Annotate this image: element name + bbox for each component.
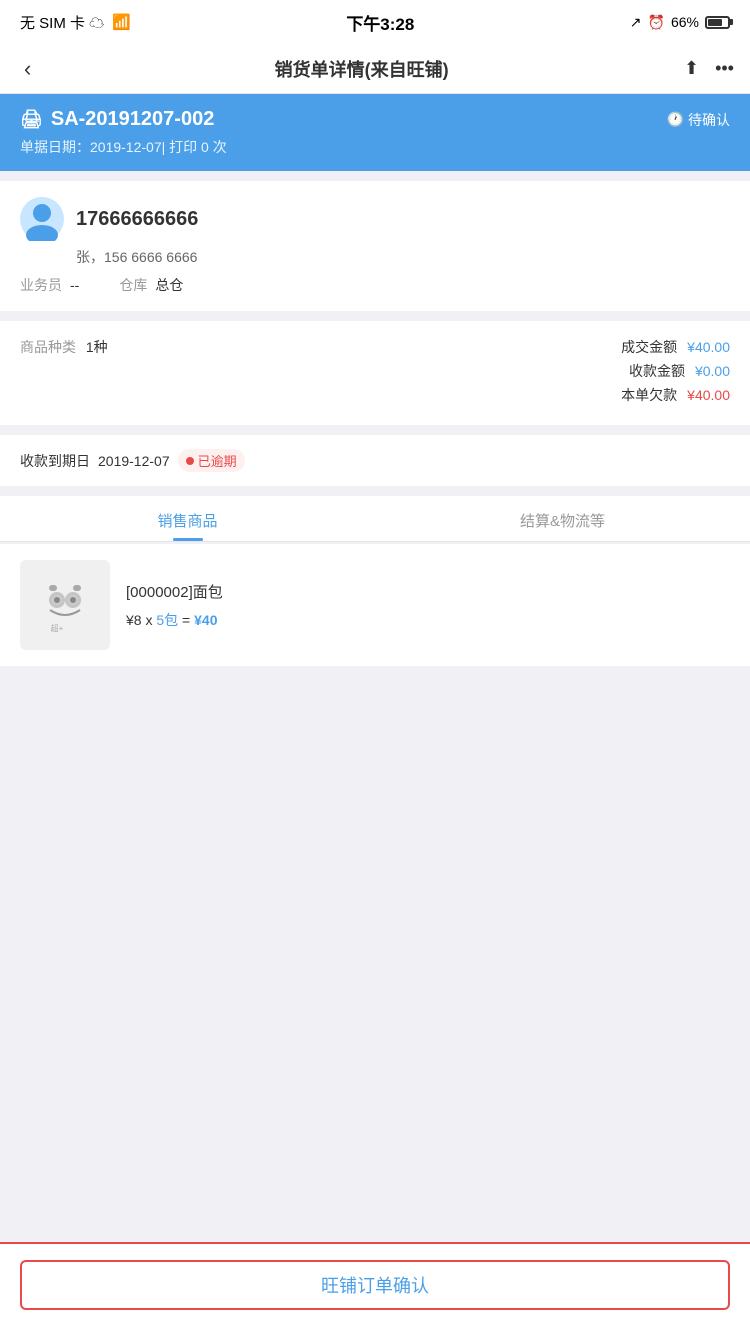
tab-sales-products[interactable]: 销售商品 [0,496,375,541]
customer-name: 张，156 6666 6666 [76,247,730,267]
bottom-space [0,666,750,786]
order-date: 单据日期：2019-12-07| 打印 0 次 [20,137,730,157]
location-icon: ↗ [630,14,642,31]
product-thumbnail: 超+ [20,560,110,650]
product-item: 超+ [0000002]面包 ¥8 x 5包 = ¥40 [20,560,730,650]
product-price: ¥8 x 5包 = ¥40 [126,610,730,630]
product-name: [0000002]面包 [126,581,730,602]
overdue-badge: 已逾期 [178,449,245,472]
status-right: ↗ ⏰ 66% [630,14,730,31]
due-label: 收款到期日 [20,451,90,471]
overdue-text: 已逾期 [198,451,237,470]
tab-settlement-logistics[interactable]: 结算&物流等 [375,496,750,541]
order-header: 🖨 SA-20191207-002 🕐 待确认 单据日期：2019-12-07|… [0,94,750,171]
summary-right: 成交金额 ¥40.00 收款金额 ¥0.00 本单欠款 ¥40.00 [621,337,730,409]
customer-phone: 17666666666 [76,208,198,231]
clock-icon: 🕐 [667,111,684,128]
salesman-value: -- [70,277,79,293]
confirm-order-button[interactable]: 旺铺订单确认 [20,1260,730,1310]
status-time: 下午3:28 [346,10,414,35]
salesman-label: 业务员 [20,275,62,295]
page-title: 销货单详情(来自旺铺) [275,56,449,82]
product-qty: 5包 [156,612,178,628]
alarm-icon: ⏰ [648,14,665,31]
nav-actions: ⬆ ••• [684,58,734,79]
warehouse-value: 总仓 [155,275,183,295]
status-left: 无 SIM 卡 ☁ 📶 [20,12,131,33]
confirm-btn-wrap: 旺铺订单确认 [0,1242,750,1334]
summary-section: 商品种类 1种 成交金额 ¥40.00 收款金额 ¥0.00 本单欠款 ¥40.… [0,321,750,425]
product-type-label: 商品种类 [20,339,76,355]
balance-value: ¥40.00 [687,387,730,403]
product-section: 超+ [0000002]面包 ¥8 x 5包 = ¥40 [0,544,750,666]
avatar [20,197,64,241]
transaction-label: 成交金额 [621,337,677,357]
product-type-value: 1种 [86,339,108,355]
svg-text:超+: 超+ [51,623,64,633]
warehouse-label: 仓库 [119,275,147,295]
status-bar: 无 SIM 卡 ☁ 📶 下午3:28 ↗ ⏰ 66% [0,0,750,44]
due-date: 2019-12-07 [98,453,170,469]
back-button[interactable]: ‹ [16,48,39,90]
customer-meta: 业务员 -- 仓库 总仓 [20,275,730,295]
customer-section: 17666666666 张，156 6666 6666 业务员 -- 仓库 总仓 [0,181,750,311]
share-icon[interactable]: ⬆ [684,58,699,79]
overdue-dot [186,457,194,465]
payment-label: 收款金额 [629,361,685,381]
order-id: 🖨 SA-20191207-002 [20,108,214,131]
payment-value: ¥0.00 [695,363,730,379]
nav-bar: ‹ 销货单详情(来自旺铺) ⬆ ••• [0,44,750,94]
order-status: 🕐 待确认 [667,110,730,130]
battery-percent: 66% [671,14,699,30]
sim-label: 无 SIM 卡 ☁ [20,12,104,33]
transaction-value: ¥40.00 [687,339,730,355]
wifi-icon: 📶 [112,13,131,31]
tabs-section: 销售商品 结算&物流等 [0,496,750,542]
due-section: 收款到期日 2019-12-07 已逾期 [0,435,750,486]
more-icon[interactable]: ••• [715,58,734,79]
order-icon: 🖨 [20,109,43,130]
product-total: ¥40 [194,612,217,628]
balance-label: 本单欠款 [621,385,677,405]
battery-icon [705,16,730,29]
product-info: [0000002]面包 ¥8 x 5包 = ¥40 [126,581,730,630]
